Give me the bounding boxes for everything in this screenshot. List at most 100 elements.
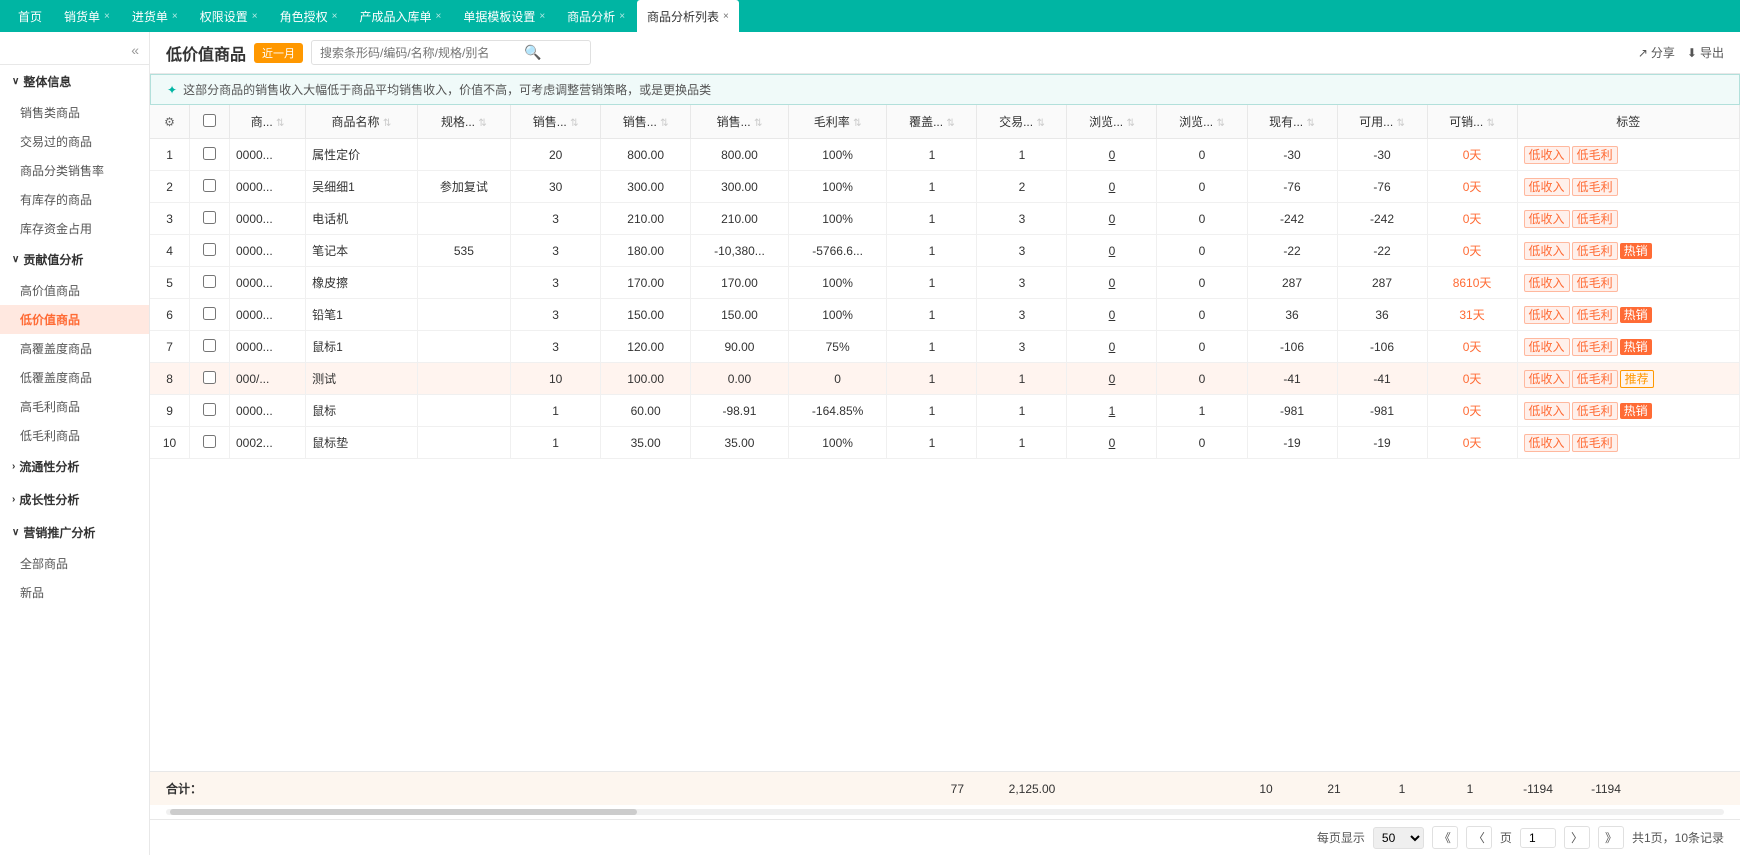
sidebar-item-all-goods[interactable]: 全部商品 <box>0 549 149 578</box>
share-button[interactable]: ↗ 分享 <box>1638 44 1675 61</box>
row-checkbox[interactable] <box>203 435 216 448</box>
sidebar-group-marketing[interactable]: ∨ 营销推广分析 <box>0 516 149 549</box>
last-page-button[interactable]: 》 <box>1598 826 1624 849</box>
browse-link[interactable]: 1 <box>1109 404 1116 418</box>
nav-product-analysis-list[interactable]: 商品分析列表 × <box>637 0 739 32</box>
sidebar-item-low-value[interactable]: 低价值商品 <box>0 305 149 334</box>
cell-name: 属性定价 <box>306 139 417 171</box>
browse-link[interactable]: 0 <box>1109 276 1116 290</box>
row-checkbox[interactable] <box>203 211 216 224</box>
close-icon[interactable]: × <box>252 11 258 22</box>
sort-icon[interactable]: ⇅ <box>754 118 762 129</box>
close-icon[interactable]: × <box>172 11 178 22</box>
browse-link[interactable]: 0 <box>1109 212 1116 226</box>
nav-home[interactable]: 首页 <box>8 0 52 32</box>
select-all-checkbox[interactable] <box>203 114 216 127</box>
prev-page-button[interactable]: 〈 <box>1466 826 1492 849</box>
chevron-right-icon: › <box>12 494 15 505</box>
nav-permission[interactable]: 权限设置 × <box>190 0 268 32</box>
sidebar-item-new-goods[interactable]: 新品 <box>0 578 149 607</box>
cell-checkbox <box>190 139 230 171</box>
sort-icon[interactable]: ⇅ <box>276 118 284 129</box>
sidebar-item-traded-goods[interactable]: 交易过的商品 <box>0 127 149 156</box>
pagination-bar: 每页显示 50 100 《 〈 页 〉 》 共1页，10条记录 <box>150 819 1740 855</box>
browse-link[interactable]: 0 <box>1109 148 1116 162</box>
sort-icon[interactable]: ⇅ <box>478 118 486 129</box>
close-icon[interactable]: × <box>539 11 545 22</box>
sidebar-item-low-coverage[interactable]: 低覆盖度商品 <box>0 363 149 392</box>
cell-trade: 3 <box>977 267 1067 299</box>
settings-icon[interactable]: ⚙ <box>164 115 175 129</box>
cell-spec <box>417 267 511 299</box>
sort-icon[interactable]: ⇅ <box>946 118 954 129</box>
cell-name: 笔记本 <box>306 235 417 267</box>
sidebar-group-contribution[interactable]: ∨ 贡献值分析 <box>0 243 149 276</box>
col-settings[interactable]: ⚙ <box>150 105 190 139</box>
per-page-select[interactable]: 50 100 <box>1373 827 1424 849</box>
sort-icon[interactable]: ⇅ <box>1216 118 1224 129</box>
sort-icon[interactable]: ⇅ <box>1036 118 1044 129</box>
sidebar-item-category-sales-rate[interactable]: 商品分类销售率 <box>0 156 149 185</box>
close-icon[interactable]: × <box>435 11 441 22</box>
sort-icon[interactable]: ⇅ <box>660 118 668 129</box>
time-tag-button[interactable]: 近一月 <box>254 43 303 63</box>
cell-tags: 低收入低毛利 <box>1517 203 1739 235</box>
cell-sales-qty: 10 <box>511 363 601 395</box>
nav-template-settings[interactable]: 单据模板设置 × <box>453 0 555 32</box>
browse-link[interactable]: 0 <box>1109 340 1116 354</box>
row-checkbox[interactable] <box>203 147 216 160</box>
row-checkbox[interactable] <box>203 403 216 416</box>
nav-role-auth[interactable]: 角色授权 × <box>270 0 348 32</box>
sidebar-item-high-value[interactable]: 高价值商品 <box>0 276 149 305</box>
sidebar-item-low-margin[interactable]: 低毛利商品 <box>0 421 149 450</box>
close-icon[interactable]: × <box>723 11 729 22</box>
cell-browse2: 0 <box>1157 235 1247 267</box>
close-icon[interactable]: × <box>619 11 625 22</box>
sidebar-item-stocked-goods[interactable]: 有库存的商品 <box>0 185 149 214</box>
sort-icon[interactable]: ⇅ <box>570 118 578 129</box>
row-checkbox[interactable] <box>203 275 216 288</box>
next-page-button[interactable]: 〉 <box>1564 826 1590 849</box>
browse-link[interactable]: 0 <box>1109 372 1116 386</box>
browse-link[interactable]: 0 <box>1109 436 1116 450</box>
page-number-input[interactable] <box>1520 828 1556 848</box>
sidebar-item-high-margin[interactable]: 高毛利商品 <box>0 392 149 421</box>
nav-purchase-order[interactable]: 进货单 × <box>122 0 188 32</box>
export-button[interactable]: ⬇ 导出 <box>1687 44 1724 61</box>
sidebar-group-circulation[interactable]: › 流通性分析 <box>0 450 149 483</box>
search-input[interactable] <box>320 46 520 60</box>
sort-icon[interactable]: ⇅ <box>1397 118 1405 129</box>
days-text: 0天 <box>1463 148 1482 162</box>
horizontal-scrollbar[interactable] <box>166 809 1724 815</box>
sidebar-group-overall[interactable]: ∨ 整体信息 <box>0 65 149 98</box>
sidebar-item-sales-goods[interactable]: 销售类商品 <box>0 98 149 127</box>
sidebar-group-growth[interactable]: › 成长性分析 <box>0 483 149 516</box>
first-page-button[interactable]: 《 <box>1432 826 1458 849</box>
sort-icon[interactable]: ⇅ <box>1487 118 1495 129</box>
sort-icon[interactable]: ⇅ <box>1306 118 1314 129</box>
close-icon[interactable]: × <box>332 11 338 22</box>
browse-link[interactable]: 0 <box>1109 180 1116 194</box>
sort-icon[interactable]: ⇅ <box>853 118 861 129</box>
nav-product-analysis[interactable]: 商品分析 × <box>557 0 635 32</box>
close-icon[interactable]: × <box>104 11 110 22</box>
cell-browse1: 0 <box>1067 427 1157 459</box>
browse-link[interactable]: 0 <box>1109 244 1116 258</box>
browse-link[interactable]: 0 <box>1109 308 1116 322</box>
row-checkbox[interactable] <box>203 339 216 352</box>
row-checkbox[interactable] <box>203 179 216 192</box>
cell-available: -19 <box>1337 427 1427 459</box>
nav-sales-order[interactable]: 销货单 × <box>54 0 120 32</box>
cell-current: -76 <box>1247 171 1337 203</box>
row-checkbox[interactable] <box>203 243 216 256</box>
row-checkbox[interactable] <box>203 307 216 320</box>
nav-product-inbound[interactable]: 产成品入库单 × <box>349 0 451 32</box>
chevron-down-icon: ∨ <box>12 76 19 87</box>
row-checkbox[interactable] <box>203 371 216 384</box>
sort-icon[interactable]: ⇅ <box>383 118 391 129</box>
sidebar-item-high-coverage[interactable]: 高覆盖度商品 <box>0 334 149 363</box>
collapse-button[interactable]: « <box>129 40 141 60</box>
sidebar-item-inventory-capital[interactable]: 库存资金占用 <box>0 214 149 243</box>
sort-icon[interactable]: ⇅ <box>1126 118 1134 129</box>
cell-margin: 100% <box>788 171 887 203</box>
